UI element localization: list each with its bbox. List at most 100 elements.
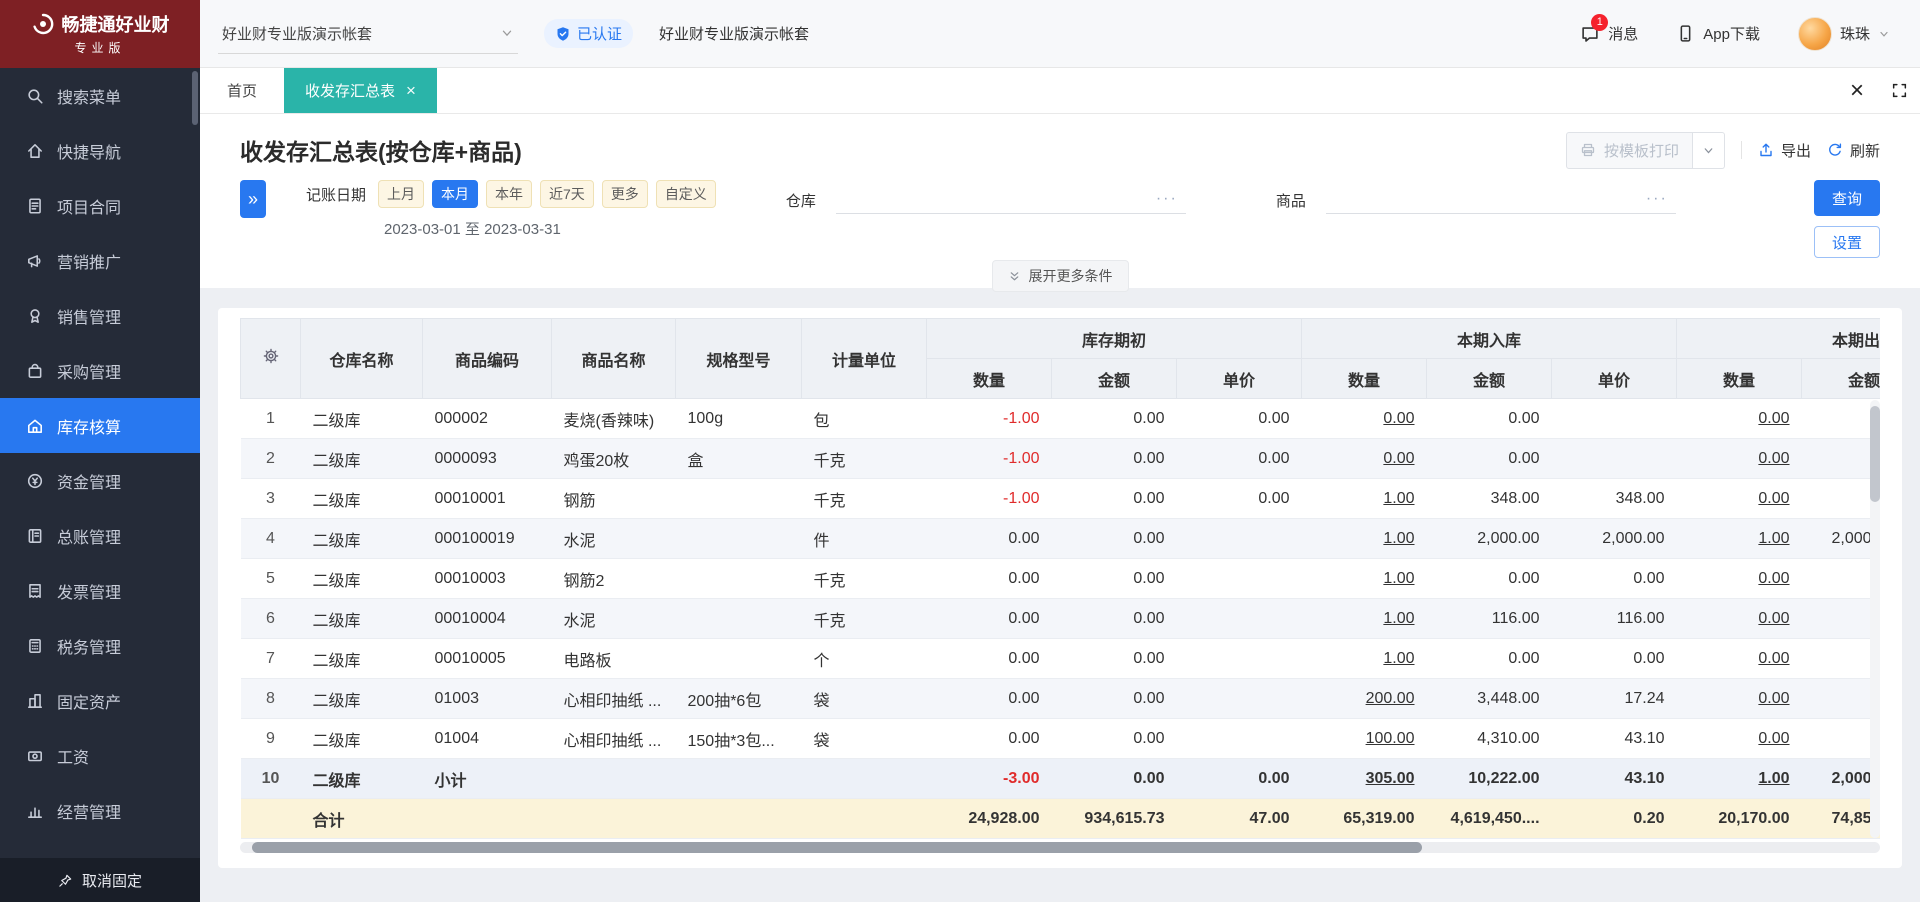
- drilldown-link[interactable]: 0.00: [1383, 410, 1414, 427]
- column-header[interactable]: 金额: [1802, 359, 1880, 399]
- column-header[interactable]: 单价: [1552, 359, 1677, 399]
- account-select[interactable]: 好业财专业版演示帐套: [218, 14, 518, 54]
- messages-button[interactable]: 1 消息: [1580, 23, 1638, 44]
- refresh-icon: [1827, 142, 1843, 158]
- table-cell: 0.00: [1177, 759, 1302, 799]
- date-option-pill[interactable]: 上月: [378, 180, 424, 208]
- row-number: [241, 799, 301, 839]
- sidebar-item-contract[interactable]: 项目合同: [0, 178, 200, 233]
- app-download-button[interactable]: App下载: [1676, 23, 1760, 44]
- table-row: 6二级库00010004水泥千克0.000.001.00116.00116.00…: [241, 599, 1881, 639]
- column-settings-gear-icon[interactable]: [241, 319, 301, 399]
- drilldown-link[interactable]: 1.00: [1383, 530, 1414, 547]
- drilldown-link[interactable]: 0.00: [1758, 690, 1789, 707]
- drilldown-link[interactable]: 1.00: [1383, 610, 1414, 627]
- horizontal-scrollbar-thumb[interactable]: [252, 842, 1422, 853]
- sidebar-scrollbar[interactable]: [192, 71, 198, 125]
- sidebar-item-purchase[interactable]: 采购管理: [0, 343, 200, 398]
- tab-summary-report[interactable]: 收发存汇总表 ×: [284, 68, 437, 113]
- drilldown-link[interactable]: 1.00: [1383, 570, 1414, 587]
- drilldown-link[interactable]: 100.00: [1366, 730, 1415, 747]
- drilldown-link[interactable]: 1.00: [1383, 650, 1414, 667]
- column-header[interactable]: 仓库名称: [301, 319, 423, 399]
- sidebar-item-search[interactable]: 搜索菜单: [0, 68, 200, 123]
- certified-label: 已认证: [577, 23, 622, 44]
- sidebar-item-label: 销售管理: [57, 304, 121, 328]
- column-header[interactable]: 计量单位: [802, 319, 927, 399]
- drilldown-link[interactable]: 0.00: [1758, 410, 1789, 427]
- vertical-scrollbar-thumb[interactable]: [1870, 406, 1880, 502]
- sidebar-item-inventory[interactable]: 库存核算: [0, 398, 200, 453]
- column-header[interactable]: 数量: [1677, 359, 1802, 399]
- refresh-button[interactable]: 刷新: [1827, 140, 1880, 161]
- table-head: 仓库名称商品编码商品名称规格型号计量单位库存期初本期入库本期出库数量金额单价数量…: [241, 319, 1881, 399]
- table-cell: 000100019: [423, 519, 552, 559]
- table-cell: 74,85: [1802, 799, 1880, 839]
- query-button[interactable]: 查询: [1814, 180, 1880, 216]
- table-cell: -1.00: [927, 439, 1052, 479]
- drilldown-link[interactable]: 1.00: [1758, 530, 1789, 547]
- drilldown-link[interactable]: 200.00: [1366, 690, 1415, 707]
- column-header[interactable]: 数量: [1302, 359, 1427, 399]
- table-cell: 0.00: [1052, 399, 1177, 439]
- sidebar-item-payroll[interactable]: 工资: [0, 728, 200, 783]
- drilldown-link[interactable]: 0.00: [1758, 730, 1789, 747]
- close-all-tabs-icon[interactable]: ×: [1836, 68, 1878, 114]
- date-option-pill[interactable]: 自定义: [656, 180, 716, 208]
- horizontal-scrollbar[interactable]: [240, 842, 1880, 853]
- sidebar-item-marketing[interactable]: 营销推广: [0, 233, 200, 288]
- expand-more-label: 展开更多条件: [1029, 266, 1113, 286]
- column-header[interactable]: 数量: [927, 359, 1052, 399]
- drilldown-link[interactable]: 0.00: [1758, 650, 1789, 667]
- table-cell: -3.00: [927, 759, 1052, 799]
- sidebar-item-tax[interactable]: 税务管理: [0, 618, 200, 673]
- more-options-dots[interactable]: ···: [1646, 190, 1668, 208]
- table-cell: 千克: [802, 599, 927, 639]
- export-button[interactable]: 导出: [1758, 140, 1811, 161]
- sidebar-item-assets[interactable]: 固定资产: [0, 673, 200, 728]
- table-cell: [1802, 399, 1880, 439]
- column-header[interactable]: 单价: [1177, 359, 1302, 399]
- drilldown-link[interactable]: 1.00: [1383, 490, 1414, 507]
- sidebar-item-ledger[interactable]: 总账管理: [0, 508, 200, 563]
- sidebar-item-invoice[interactable]: 发票管理: [0, 563, 200, 618]
- sidebar-menu: 搜索菜单快捷导航项目合同营销推广销售管理采购管理库存核算资金管理总账管理发票管理…: [0, 68, 200, 893]
- drilldown-link[interactable]: 0.00: [1383, 450, 1414, 467]
- sidebar-item-business[interactable]: 经营管理: [0, 783, 200, 838]
- table-cell: 合计: [301, 799, 423, 839]
- vertical-scrollbar[interactable]: [1870, 400, 1880, 838]
- drilldown-link[interactable]: 0.00: [1758, 450, 1789, 467]
- print-options-chevron[interactable]: [1693, 132, 1725, 169]
- collapse-filters-button[interactable]: »: [240, 180, 266, 218]
- column-header[interactable]: 商品编码: [423, 319, 552, 399]
- date-option-pill[interactable]: 本月: [432, 180, 478, 208]
- tab-home[interactable]: 首页: [200, 68, 284, 113]
- sidebar-item-sales[interactable]: 销售管理: [0, 288, 200, 343]
- column-header[interactable]: 金额: [1052, 359, 1177, 399]
- sidebar-item-nav[interactable]: 快捷导航: [0, 123, 200, 178]
- date-option-pill[interactable]: 更多: [602, 180, 648, 208]
- expand-more-conditions-button[interactable]: 展开更多条件: [992, 260, 1129, 292]
- column-header[interactable]: 规格型号: [676, 319, 802, 399]
- drilldown-link[interactable]: 305.00: [1366, 770, 1415, 787]
- drilldown-link[interactable]: 0.00: [1758, 570, 1789, 587]
- user-menu[interactable]: 珠珠: [1798, 17, 1890, 51]
- product-input[interactable]: ···: [1326, 186, 1676, 214]
- settings-button[interactable]: 设置: [1814, 226, 1880, 258]
- column-header[interactable]: 金额: [1427, 359, 1552, 399]
- date-option-pill[interactable]: 本年: [486, 180, 532, 208]
- table-cell: 0.20: [1552, 799, 1677, 839]
- print-by-template-button[interactable]: 按模板打印: [1566, 132, 1693, 169]
- drilldown-link[interactable]: 0.00: [1758, 610, 1789, 627]
- unpin-sidebar-button[interactable]: 取消固定: [0, 858, 200, 902]
- warehouse-input[interactable]: ···: [836, 186, 1186, 214]
- drilldown-link[interactable]: 1.00: [1758, 770, 1789, 787]
- more-options-dots[interactable]: ···: [1156, 190, 1178, 208]
- date-option-pill[interactable]: 近7天: [540, 180, 594, 208]
- close-tab-icon[interactable]: ×: [406, 81, 416, 101]
- sidebar-item-label: 项目合同: [57, 194, 121, 218]
- sidebar-item-funds[interactable]: 资金管理: [0, 453, 200, 508]
- drilldown-link[interactable]: 0.00: [1758, 490, 1789, 507]
- fullscreen-icon[interactable]: [1878, 68, 1920, 114]
- column-header[interactable]: 商品名称: [552, 319, 676, 399]
